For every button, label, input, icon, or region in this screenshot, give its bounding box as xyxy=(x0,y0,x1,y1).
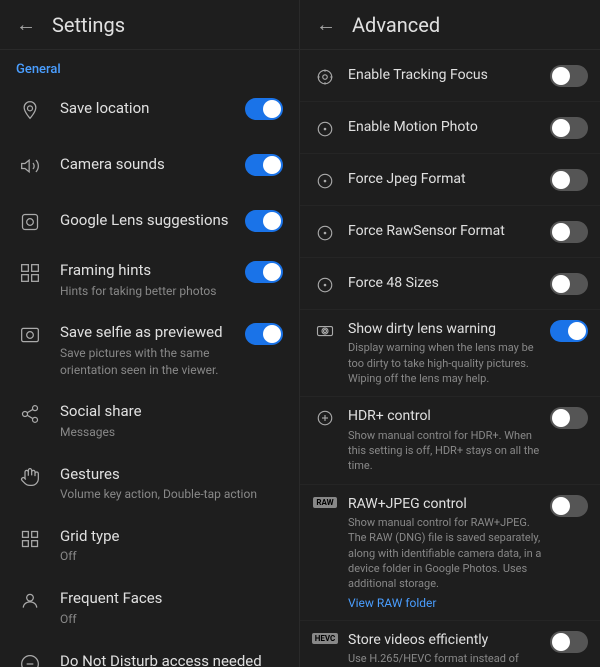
hevc-icon: HEVC xyxy=(312,633,338,644)
right-header: ← Advanced xyxy=(300,0,600,50)
dirty-lens-icon xyxy=(312,322,338,340)
save-selfie-sublabel: Save pictures with the same orientation … xyxy=(60,345,245,379)
social-share-label: Social share xyxy=(60,402,283,422)
list-item: Enable Motion Photo xyxy=(300,102,600,154)
save-selfie-label: Save selfie as previewed xyxy=(60,323,245,343)
rawjpeg-label: RAW+JPEG control xyxy=(348,495,550,513)
gestures-sublabel: Volume key action, Double-tap action xyxy=(60,486,283,503)
dnd-label: Do Not Disturb access needed xyxy=(60,652,283,667)
grid-type-sublabel: Off xyxy=(60,548,283,565)
force-48sizes-label: Force 48 Sizes xyxy=(348,274,550,292)
list-item: Camera sounds xyxy=(0,137,299,193)
motion-photo-label: Enable Motion Photo xyxy=(348,118,550,136)
dnd-icon xyxy=(16,654,44,667)
rawjpeg-toggle[interactable] xyxy=(550,495,588,517)
lens-icon xyxy=(16,212,44,232)
selfie-icon xyxy=(16,325,44,345)
right-title: Advanced xyxy=(352,13,440,37)
tracking-focus-icon xyxy=(312,68,338,86)
list-item: Enable Tracking Focus xyxy=(300,50,600,102)
raw-badge: RAW xyxy=(313,497,336,508)
right-panel: ← Advanced Enable Tracking Focus Enable … xyxy=(300,0,600,667)
list-item: RAW RAW+JPEG control Show manual control… xyxy=(300,485,600,621)
list-item: Save selfie as previewed Save pictures w… xyxy=(0,311,299,390)
force-48sizes-icon xyxy=(312,276,338,294)
camera-sounds-toggle[interactable] xyxy=(245,154,283,176)
list-item: Framing hints Hints for taking better ph… xyxy=(0,249,299,311)
save-location-label: Save location xyxy=(60,99,245,119)
motion-photo-icon xyxy=(312,120,338,138)
save-location-toggle[interactable] xyxy=(245,98,283,120)
list-item: Show dirty lens warning Display warning … xyxy=(300,310,600,397)
view-raw-folder-link[interactable]: View RAW folder xyxy=(348,596,550,610)
save-selfie-toggle[interactable] xyxy=(245,323,283,345)
raw-jpeg-icon: RAW xyxy=(312,497,338,508)
frequent-faces-label: Frequent Faces xyxy=(60,589,283,609)
share-icon xyxy=(16,404,44,424)
framing-icon xyxy=(16,263,44,283)
force-rawsensor-label: Force RawSensor Format xyxy=(348,222,550,240)
motion-photo-toggle[interactable] xyxy=(550,117,588,139)
location-icon xyxy=(16,100,44,120)
force-jpeg-label: Force Jpeg Format xyxy=(348,170,550,188)
store-videos-sublabel: Use H.265/HEVC format instead of H.264/A… xyxy=(348,651,550,667)
rawjpeg-sublabel: Show manual control for RAW+JPEG. The RA… xyxy=(348,515,550,592)
left-panel: ← Settings General Save location Camera … xyxy=(0,0,300,667)
list-item: Force 48 Sizes xyxy=(300,258,600,310)
google-lens-label: Google Lens suggestions xyxy=(60,211,245,231)
list-item: Save location xyxy=(0,81,299,137)
general-section-label: General xyxy=(0,50,299,81)
grid-icon xyxy=(16,529,44,549)
left-header: ← Settings xyxy=(0,0,299,50)
grid-type-label: Grid type xyxy=(60,527,283,547)
frequent-faces-sublabel: Off xyxy=(60,611,283,628)
gestures-label: Gestures xyxy=(60,465,283,485)
tracking-focus-label: Enable Tracking Focus xyxy=(348,66,550,84)
hdr-control-icon xyxy=(312,409,338,427)
dirty-lens-sublabel: Display warning when the lens may be too… xyxy=(348,340,550,386)
hdr-control-label: HDR+ control xyxy=(348,407,550,425)
force-rawsensor-toggle[interactable] xyxy=(550,221,588,243)
camera-sounds-label: Camera sounds xyxy=(60,155,245,175)
list-item[interactable]: Gestures Volume key action, Double-tap a… xyxy=(0,453,299,515)
list-item: Google Lens suggestions xyxy=(0,193,299,249)
framing-hints-toggle[interactable] xyxy=(245,261,283,283)
tracking-focus-toggle[interactable] xyxy=(550,65,588,87)
sound-icon xyxy=(16,156,44,176)
list-item: Force Jpeg Format xyxy=(300,154,600,206)
dirty-lens-toggle[interactable] xyxy=(550,320,588,342)
hdr-control-toggle[interactable] xyxy=(550,407,588,429)
framing-hints-label: Framing hints xyxy=(60,261,245,281)
save-location-text: Save location xyxy=(60,99,245,119)
force-jpeg-icon xyxy=(312,172,338,190)
gestures-icon xyxy=(16,467,44,487)
list-item[interactable]: Social share Messages xyxy=(0,390,299,452)
framing-hints-sublabel: Hints for taking better photos xyxy=(60,283,245,300)
list-item[interactable]: Grid type Off xyxy=(0,515,299,577)
dirty-lens-label: Show dirty lens warning xyxy=(348,320,550,338)
hdr-control-sublabel: Show manual control for HDR+. When this … xyxy=(348,428,550,474)
force-rawsensor-icon xyxy=(312,224,338,242)
hevc-badge: HEVC xyxy=(312,633,339,644)
list-item: HEVC Store videos efficiently Use H.265/… xyxy=(300,621,600,667)
list-item[interactable]: Do Not Disturb access needed To pause no… xyxy=(0,640,299,667)
store-videos-label: Store videos efficiently xyxy=(348,631,550,649)
list-item: Force RawSensor Format xyxy=(300,206,600,258)
store-videos-toggle[interactable] xyxy=(550,631,588,653)
google-lens-toggle[interactable] xyxy=(245,210,283,232)
force-jpeg-toggle[interactable] xyxy=(550,169,588,191)
face-icon xyxy=(16,591,44,611)
left-back-button[interactable]: ← xyxy=(16,12,36,37)
left-title: Settings xyxy=(52,13,125,37)
list-item: HDR+ control Show manual control for HDR… xyxy=(300,397,600,484)
right-back-button[interactable]: ← xyxy=(316,12,336,37)
force-48sizes-toggle[interactable] xyxy=(550,273,588,295)
list-item[interactable]: Frequent Faces Off xyxy=(0,577,299,639)
social-share-sublabel: Messages xyxy=(60,424,283,441)
